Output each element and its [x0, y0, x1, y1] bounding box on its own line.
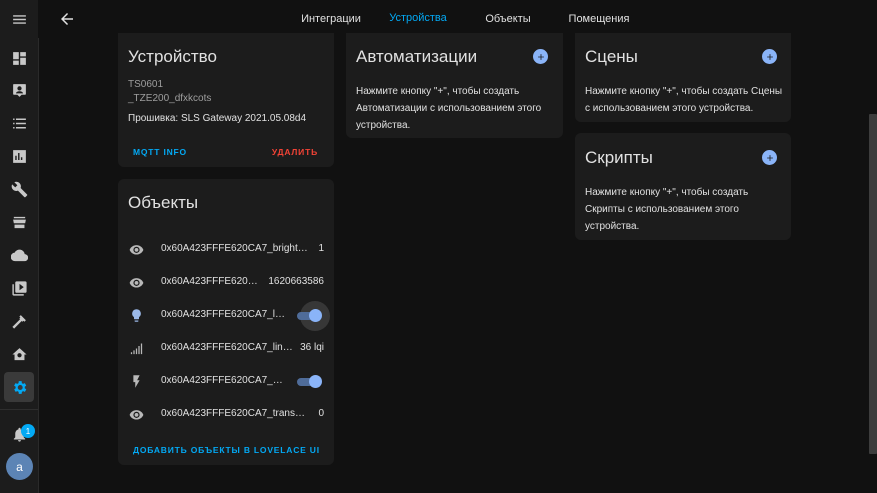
scenes-card: Сцены Нажмите кнопку "+", чтобы создать … — [575, 33, 791, 122]
mqtt-info-button[interactable]: MQTT INFO — [133, 147, 187, 157]
eye-icon — [128, 241, 145, 258]
scenes-hint: Нажмите кнопку "+", чтобы создать Сцены … — [585, 86, 783, 114]
automations-card: Автоматизации Нажмите кнопку "+", чтобы … — [346, 33, 563, 138]
entity-state: 1 — [318, 243, 324, 254]
notification-count-badge: 1 — [21, 424, 35, 438]
eye-icon — [128, 406, 145, 423]
switch-toggle[interactable] — [297, 375, 322, 388]
entity-row[interactable]: 0x60A423FFFE620CA7_last_seen 1620663586 — [118, 273, 335, 293]
entities-card: Объекты 0x60A423FFFE620CA7_brightness 1 … — [118, 179, 334, 465]
overview-icon — [12, 51, 26, 65]
scripts-card-title: Скрипты — [585, 148, 653, 167]
scripts-hint: Нажмите кнопку "+", чтобы создать Скрипт… — [585, 187, 749, 232]
sidebar-item-settings[interactable] — [0, 372, 38, 402]
automations-hint: Нажмите кнопку "+", чтобы создать Автома… — [356, 86, 542, 131]
entity-state: 0 — [318, 408, 324, 419]
sidebar-item-cloud[interactable] — [0, 241, 38, 269]
back-button[interactable] — [58, 10, 76, 28]
device-firmware: Прошивка: SLS Gateway 2021.05.08d4 — [128, 113, 307, 124]
light-toggle[interactable] — [297, 301, 330, 331]
entity-name: 0x60A423FFFE620CA7_brightness — [161, 243, 311, 254]
entity-name: 0x60A423FFFE620CA7_transition — [161, 408, 306, 419]
menu-icon — [12, 14, 26, 24]
automations-card-title: Автоматизации — [356, 47, 478, 66]
home-gear-icon — [11, 347, 27, 360]
sidebar-item-tools[interactable] — [0, 175, 38, 203]
plus-icon — [766, 53, 773, 60]
add-automation-button[interactable] — [533, 49, 548, 64]
history-icon — [12, 149, 26, 163]
entity-name: 0x60A423FFFE620CA7_linkquality — [161, 342, 293, 353]
entity-row[interactable]: 0x60A423FFFE620CA7_brightness 1 — [118, 240, 335, 260]
device-manufacturer: _TZE200_dfxkcots — [128, 93, 212, 104]
sidebar-item-map[interactable] — [0, 76, 38, 104]
entity-name: 0x60A423FFFE620CA7_light — [161, 309, 286, 320]
menu-button[interactable] — [0, 5, 38, 33]
sidebar-item-logbook[interactable] — [0, 109, 38, 137]
entity-row[interactable]: 0x60A423FFFE620CA7_light — [118, 301, 335, 331]
toggle-thumb — [309, 375, 322, 388]
delete-device-button[interactable]: УДАЛИТЬ — [272, 147, 318, 157]
sidebar-item-history[interactable] — [0, 142, 38, 170]
media-icon — [11, 280, 27, 296]
entities-card-title: Объекты — [128, 193, 199, 212]
sidebar-divider — [0, 409, 38, 410]
device-card-title: Устройство — [128, 47, 217, 66]
hammer-icon — [11, 314, 26, 329]
entity-state: 1620663586 — [268, 276, 324, 287]
entity-row[interactable]: 0x60A423FFFE620CA7_switch — [118, 372, 335, 392]
sidebar-item-store[interactable] — [0, 208, 38, 236]
eye-icon — [128, 274, 145, 291]
add-scene-button[interactable] — [762, 49, 777, 64]
sidebar-item-developer-tools[interactable] — [0, 307, 38, 335]
bulb-icon — [128, 307, 145, 324]
scenes-card-title: Сцены — [585, 47, 638, 66]
sidebar: 1 a — [0, 0, 39, 493]
signal-icon — [128, 340, 145, 357]
page-scrollbar[interactable] — [869, 114, 877, 454]
cloud-icon — [10, 249, 28, 261]
device-info-card: Устройство TS0601 _TZE200_dfxkcots Проши… — [118, 33, 334, 167]
arrow-left-icon — [61, 13, 73, 25]
sidebar-item-home-settings[interactable] — [0, 340, 38, 368]
plus-icon — [766, 154, 773, 161]
map-icon — [12, 83, 26, 97]
entity-row[interactable]: 0x60A423FFFE620CA7_transition 0 — [118, 405, 335, 425]
scripts-card: Скрипты Нажмите кнопку "+", чтобы создат… — [575, 133, 791, 240]
store-icon — [12, 216, 26, 228]
entity-state: 36 lqi — [300, 342, 324, 353]
flash-icon — [128, 373, 145, 390]
toggle-thumb — [309, 309, 322, 322]
sidebar-item-media[interactable] — [0, 274, 38, 302]
entity-name: 0x60A423FFFE620CA7_switch — [161, 375, 286, 386]
user-avatar[interactable]: a — [6, 453, 33, 480]
device-model: TS0601 — [128, 79, 164, 90]
entity-name: 0x60A423FFFE620CA7_last_seen — [161, 276, 261, 287]
sidebar-item-overview[interactable] — [0, 44, 38, 72]
add-to-lovelace-button[interactable]: ДОБАВИТЬ ОБЪЕКТЫ В LOVELACE UI — [133, 445, 320, 455]
plus-icon — [537, 53, 544, 60]
settings-icon — [13, 380, 26, 394]
entity-row[interactable]: 0x60A423FFFE620CA7_linkquality 36 lqi — [118, 339, 335, 359]
logbook-icon — [12, 118, 26, 128]
wrench-icon — [11, 181, 27, 197]
add-script-button[interactable] — [762, 150, 777, 165]
